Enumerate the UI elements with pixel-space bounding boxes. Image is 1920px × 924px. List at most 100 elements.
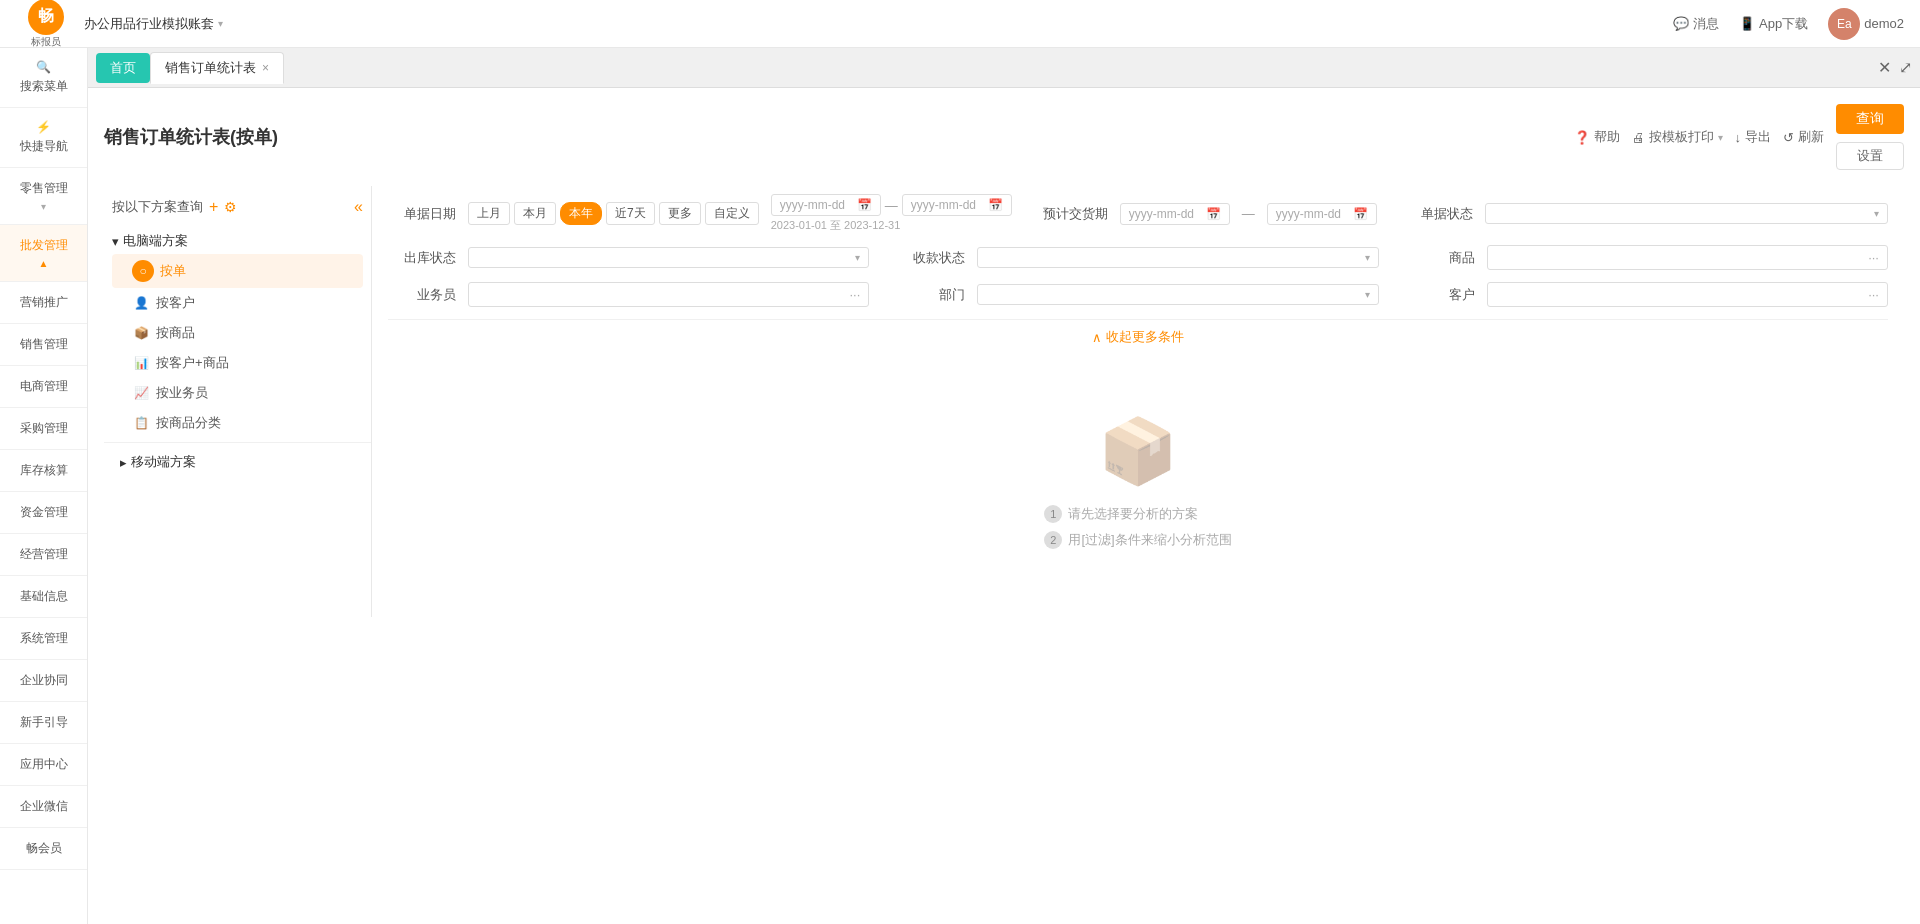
predicted-end-ph: yyyy-mm-dd (1276, 207, 1341, 221)
page-inner: 销售订单统计表(按单) ❓ 帮助 🖨 按模板打印 ▾ ↓ (88, 88, 1920, 924)
pc-group-label: 电脑端方案 (123, 232, 188, 250)
help-btn[interactable]: ❓ 帮助 (1574, 128, 1620, 146)
date-range-inputs: yyyy-mm-dd 📅 — yyyy-mm-dd 📅 (771, 194, 1012, 216)
export-icon: ↓ (1735, 130, 1742, 145)
scheme-by-staff-label: 按业务员 (156, 384, 208, 402)
btn-more[interactable]: 更多 (659, 202, 701, 225)
sidebar-item-newbie[interactable]: 新手引导 (0, 702, 87, 744)
sidebar-item-system[interactable]: 系统管理 (0, 618, 87, 660)
mobile-group[interactable]: ▸ 移动端方案 (104, 447, 371, 477)
query-button[interactable]: 查询 (1836, 104, 1904, 134)
scheme-by-goods[interactable]: 📦 按商品 (112, 318, 363, 348)
app-download-label: App下载 (1759, 15, 1808, 33)
user-area[interactable]: Ea demo2 (1828, 8, 1904, 40)
sidebar-item-sales[interactable]: 销售管理 (0, 324, 87, 366)
export-btn[interactable]: ↓ 导出 (1735, 128, 1772, 146)
payment-status-select[interactable] (977, 247, 1378, 268)
mobile-group-arrow: ▸ (120, 455, 127, 470)
sidebar-system-label: 系统管理 (20, 630, 68, 647)
btn-last7[interactable]: 近7天 (606, 202, 655, 225)
sidebar-item-inventory[interactable]: 库存核算 (0, 450, 87, 492)
sidebar-item-base[interactable]: 基础信息 (0, 576, 87, 618)
tab-sales-order[interactable]: 销售订单统计表 × (150, 52, 284, 84)
collapse-bar[interactable]: ∧ 收起更多条件 (388, 319, 1888, 354)
scheme-by-category[interactable]: 📋 按商品分类 (112, 408, 363, 438)
sidebar-ecom-label: 电商管理 (20, 378, 68, 395)
date-range-display: 2023-01-01 至 2023-12-31 (771, 218, 1012, 233)
download-icon: 📱 (1739, 16, 1755, 31)
sidebar-item-shortcut[interactable]: ⚡ 快捷导航 (0, 108, 87, 168)
logo-text: 标报员 (31, 35, 61, 49)
sidebar-item-search[interactable]: 🔍 搜索菜单 (0, 48, 87, 108)
help-icon: ❓ (1574, 130, 1590, 145)
settings-button[interactable]: 设置 (1836, 142, 1904, 170)
doc-status-select[interactable] (1485, 203, 1888, 224)
tab-close-icon[interactable]: × (262, 61, 269, 75)
collapse-icon: ∧ (1092, 330, 1102, 345)
date-end-input[interactable]: yyyy-mm-dd 📅 (902, 194, 1012, 216)
sidebar-search-label: 搜索菜单 (20, 78, 68, 95)
sidebar-item-marketing[interactable]: 营销推广 (0, 282, 87, 324)
window-close-btn[interactable]: ✕ (1878, 58, 1891, 77)
customer-goods-icon: 📊 (132, 354, 150, 372)
scheme-by-staff[interactable]: 📈 按业务员 (112, 378, 363, 408)
refresh-btn[interactable]: ↺ 刷新 (1783, 128, 1824, 146)
customer-input[interactable]: ··· (1487, 282, 1888, 307)
sidebar-item-appstore[interactable]: 应用中心 (0, 744, 87, 786)
btn-last-month[interactable]: 上月 (468, 202, 510, 225)
add-scheme-icon[interactable]: + (209, 198, 218, 216)
staff-icon: 📈 (132, 384, 150, 402)
date-filter-label: 单据日期 (388, 205, 456, 223)
dept-label: 部门 (897, 286, 965, 304)
refresh-icon: ↺ (1783, 130, 1794, 145)
sidebar-item-ops[interactable]: 经营管理 (0, 534, 87, 576)
btn-custom[interactable]: 自定义 (705, 202, 759, 225)
message-btn[interactable]: 💬 消息 (1673, 15, 1719, 33)
date-start-input[interactable]: yyyy-mm-dd 📅 (771, 194, 881, 216)
print-btn[interactable]: 🖨 按模板打印 ▾ (1632, 128, 1723, 146)
tip-2-text: 用[过滤]条件来缩小分析范围 (1068, 531, 1231, 549)
out-status-select[interactable] (468, 247, 869, 268)
sidebar: 🔍 搜索菜单 ⚡ 快捷导航 零售管理 批发管理 ▲ 营销推广 销售管理 电商管理… (0, 48, 88, 924)
btn-this-month[interactable]: 本月 (514, 202, 556, 225)
scheme-by-customer-goods[interactable]: 📊 按客户+商品 (112, 348, 363, 378)
out-status-arrow (855, 252, 860, 263)
sidebar-item-purchase[interactable]: 采购管理 (0, 408, 87, 450)
collapse-label: 收起更多条件 (1106, 328, 1184, 346)
company-name: 办公用品行业模拟账套 (84, 15, 214, 33)
goods-dots: ··· (1868, 250, 1879, 265)
scheme-by-order[interactable]: ○ 按单 (112, 254, 363, 288)
filter-row-1: 单据日期 上月 本月 本年 近7天 更多 自定义 (388, 194, 1888, 233)
sidebar-item-corp[interactable]: 企业协同 (0, 660, 87, 702)
sidebar-item-wechat[interactable]: 企业微信 (0, 786, 87, 828)
sidebar-item-ecom[interactable]: 电商管理 (0, 366, 87, 408)
staff-dots: ··· (849, 287, 860, 302)
goods-input[interactable]: ··· (1487, 245, 1888, 270)
company-selector[interactable]: 办公用品行业模拟账套 (84, 15, 223, 33)
sidebar-newbie-label: 新手引导 (20, 714, 68, 731)
staff-input[interactable]: ··· (468, 282, 869, 307)
tip-num-2: 2 (1044, 531, 1062, 549)
active-tag-icon: ○ (139, 264, 146, 278)
right-panel: 单据日期 上月 本月 本年 近7天 更多 自定义 (372, 186, 1904, 617)
sidebar-item-retail[interactable]: 零售管理 (0, 168, 87, 225)
pc-group-title[interactable]: ▾ 电脑端方案 (112, 228, 363, 254)
sidebar-item-wholesale[interactable]: 批发管理 ▲ (0, 225, 87, 282)
help-label: 帮助 (1594, 128, 1620, 146)
sidebar-item-member[interactable]: 畅会员 (0, 828, 87, 870)
btn-this-year[interactable]: 本年 (560, 202, 602, 225)
query-actions: 查询 设置 (1836, 104, 1904, 170)
scheme-by-customer[interactable]: 👤 按客户 (112, 288, 363, 318)
collapse-left-icon[interactable]: « (354, 198, 363, 216)
predicted-date-end[interactable]: yyyy-mm-dd 📅 (1267, 203, 1377, 225)
scheme-settings-icon[interactable]: ⚙ (224, 199, 237, 215)
predicted-date-start[interactable]: yyyy-mm-dd 📅 (1120, 203, 1230, 225)
shortcut-icon: ⚡ (36, 120, 51, 134)
app-download-btn[interactable]: 📱 App下载 (1739, 15, 1808, 33)
window-expand-btn[interactable]: ⤢ (1899, 58, 1912, 77)
sidebar-wholesale-label: 批发管理 (20, 237, 68, 254)
tab-home[interactable]: 首页 (96, 53, 150, 83)
sidebar-item-finance[interactable]: 资金管理 (0, 492, 87, 534)
main-layout: 🔍 搜索菜单 ⚡ 快捷导航 零售管理 批发管理 ▲ 营销推广 销售管理 电商管理… (0, 48, 1920, 924)
dept-select[interactable] (977, 284, 1378, 305)
